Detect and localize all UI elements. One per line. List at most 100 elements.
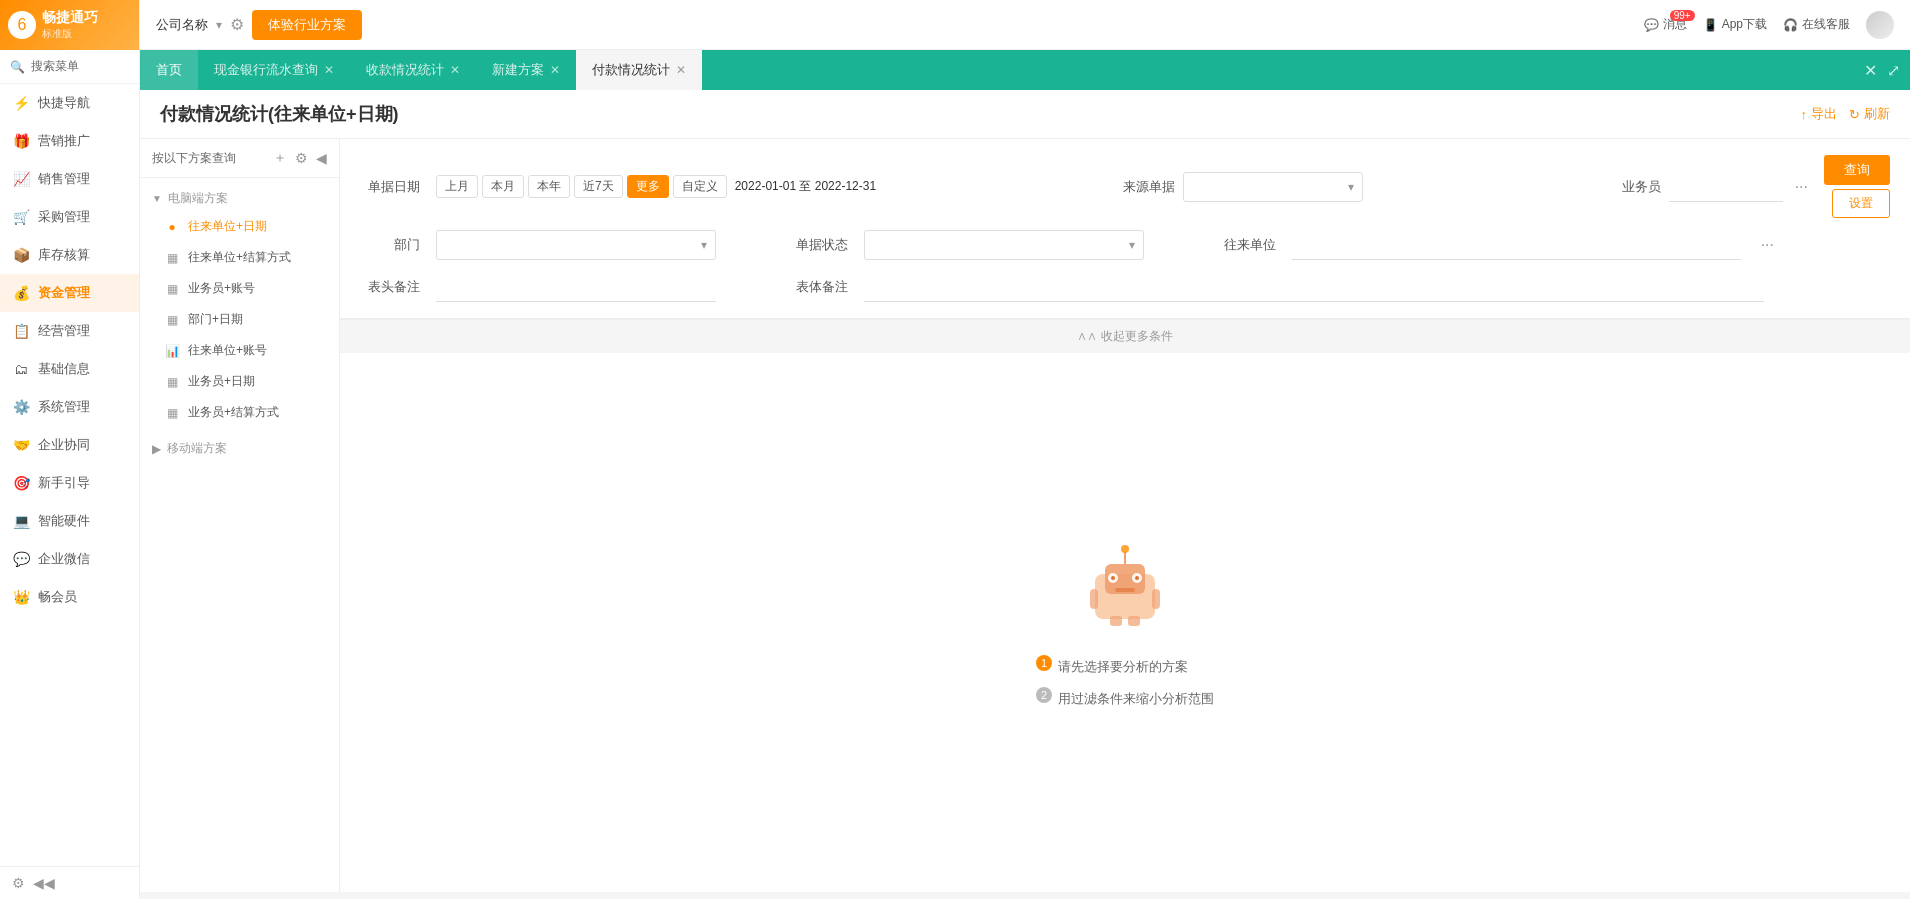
tab-bank[interactable]: 现金银行流水查询 ✕ [198,50,350,90]
user-avatar[interactable] [1866,11,1894,39]
add-scheme-icon[interactable]: ＋ [273,149,287,167]
topbar-left: 公司名称 ▾ ⚙ 体验行业方案 [156,10,1634,40]
staff-label: 业务员 [1601,178,1661,196]
collapse-sidebar-icon[interactable]: ◀◀ [33,875,55,891]
dept-select[interactable]: ▾ [436,230,716,260]
collapse-panel-icon[interactable]: ◀ [316,150,327,166]
scheme-item-2[interactable]: ▦ 往来单位+结算方式 [140,242,339,273]
tab-new-scheme-label: 新建方案 [492,61,544,79]
export-button[interactable]: ↑ 导出 [1801,105,1838,123]
tabbar-expand-icon[interactable]: ⤢ [1887,61,1900,80]
tab-payment-close[interactable]: ✕ [676,63,686,77]
sidebar-item-basic[interactable]: 🗂 基础信息 [0,350,139,388]
sidebar-header: 6 畅捷通巧 标准版 [0,0,139,50]
sidebar-item-marketing[interactable]: 🎁 营销推广 [0,122,139,160]
content-area: 按以下方案查询 ＋ ⚙ ◀ ▼ 电脑端方案 ● 往来单位+日期 [140,139,1910,892]
scheme-item-label: 业务员+账号 [188,280,255,297]
setting-button[interactable]: 设置 [1832,189,1890,218]
desktop-scheme-group: ▼ 电脑端方案 ● 往来单位+日期 ▦ 往来单位+结算方式 ▦ 业务员+账号 [140,178,339,436]
collapse-bar[interactable]: ∧∧ 收起更多条件 [340,319,1910,353]
sidebar-item-member[interactable]: 👑 畅会员 [0,578,139,616]
tab-new-scheme[interactable]: 新建方案 ✕ [476,50,576,90]
doc-status-select[interactable]: ▾ [864,230,1144,260]
source-select[interactable]: ▾ [1183,172,1363,202]
desktop-group-title[interactable]: ▼ 电脑端方案 [140,186,339,211]
sidebar-item-guide[interactable]: 🎯 新手引导 [0,464,139,502]
enterprise-icon: 🤝 [12,437,30,453]
scheme-active-icon: ● [164,220,180,234]
sidebar-item-wechat[interactable]: 💬 企业微信 [0,540,139,578]
basic-icon: 🗂 [12,361,30,377]
filter-row-2: 部门 ▾ 单据状态 ▾ 往来单位 [360,230,1890,260]
page-title: 付款情况统计(往来单位+日期) [160,102,399,126]
settings-footer-icon[interactable]: ⚙ [12,875,25,891]
sidebar-item-enterprise[interactable]: 🤝 企业协同 [0,426,139,464]
scheme-item-4[interactable]: ▦ 部门+日期 [140,304,339,335]
svg-rect-9 [1110,616,1122,626]
svg-rect-10 [1128,616,1140,626]
scheme-item-label: 业务员+日期 [188,373,255,390]
this-month-btn[interactable]: 本月 [482,175,524,198]
scheme-item-3[interactable]: ▦ 业务员+账号 [140,273,339,304]
last-7days-btn[interactable]: 近7天 [574,175,623,198]
app-download-button[interactable]: 📱 App下载 [1703,16,1767,33]
scheme-item-1[interactable]: ● 往来单位+日期 [140,211,339,242]
sidebar-item-purchase[interactable]: 🛒 采购管理 [0,198,139,236]
nav-label: 经营管理 [38,322,90,340]
scheme-item-label: 业务员+结算方式 [188,404,279,421]
query-button[interactable]: 查询 [1824,155,1890,185]
company-dropdown-icon[interactable]: ▾ [216,18,222,32]
nav-label: 销售管理 [38,170,90,188]
tab-payment[interactable]: 付款情况统计 ✕ [576,50,702,90]
company-name: 公司名称 [156,16,208,34]
sidebar-item-inventory[interactable]: 📦 库存核算 [0,236,139,274]
more-dates-btn[interactable]: 更多 [627,175,669,198]
svg-rect-6 [1115,588,1135,592]
main-area: 公司名称 ▾ ⚙ 体验行业方案 💬 消息 99+ 📱 App下载 🎧 在线客服 [140,0,1910,899]
topbar-gear-icon[interactable]: ⚙ [230,15,244,34]
tab-home[interactable]: 首页 [140,50,198,90]
scheme-item-6[interactable]: ▦ 业务员+日期 [140,366,339,397]
left-panel: 按以下方案查询 ＋ ⚙ ◀ ▼ 电脑端方案 ● 往来单位+日期 [140,139,340,892]
nav-label: 基础信息 [38,360,90,378]
scheme-item-7[interactable]: ▦ 业务员+结算方式 [140,397,339,428]
sidebar-item-system[interactable]: ⚙️ 系统管理 [0,388,139,426]
partner-label: 往来单位 [1216,236,1276,254]
tab-receivable-close[interactable]: ✕ [450,63,460,77]
message-badge: 99+ [1670,10,1695,21]
search-icon: 🔍 [10,60,25,74]
source-dropdown-icon: ▾ [1348,180,1354,194]
tab-receivable[interactable]: 收款情况统计 ✕ [350,50,476,90]
collapse-label: 收起更多条件 [1101,329,1173,343]
refresh-button[interactable]: ↻ 刷新 [1849,105,1890,123]
tab-bank-close[interactable]: ✕ [324,63,334,77]
staff-dots-btn[interactable]: ··· [1795,178,1808,196]
partner-dots-btn[interactable]: ··· [1761,236,1774,254]
source-col: 来源单据 ▾ [1115,172,1363,202]
sidebar-item-operation[interactable]: 📋 经营管理 [0,312,139,350]
tip1-num: 1 [1036,655,1052,671]
trial-button[interactable]: 体验行业方案 [252,10,362,40]
staff-col: 业务员 ··· [1601,172,1808,202]
manage-scheme-icon[interactable]: ⚙ [295,150,308,166]
sidebar-item-shortcut[interactable]: ⚡ 快捷导航 [0,84,139,122]
sidebar-nav: ⚡ 快捷导航 🎁 营销推广 📈 销售管理 🛒 采购管理 📦 库存核算 💰 资金管… [0,84,139,866]
custom-date-btn[interactable]: 自定义 [673,175,727,198]
message-button[interactable]: 💬 消息 99+ [1644,16,1687,33]
sidebar-search[interactable]: 🔍 搜索菜单 [0,50,139,84]
scheme-item-label: 往来单位+日期 [188,218,267,235]
sidebar-item-hardware[interactable]: 💻 智能硬件 [0,502,139,540]
this-year-btn[interactable]: 本年 [528,175,570,198]
online-service-button[interactable]: 🎧 在线客服 [1783,16,1850,33]
scheme-item-5[interactable]: 📊 往来单位+账号 [140,335,339,366]
tabbar-close-all-icon[interactable]: ✕ [1864,61,1877,80]
sidebar-item-finance[interactable]: 💰 资金管理 [0,274,139,312]
sidebar-item-sales[interactable]: 📈 销售管理 [0,160,139,198]
mobile-group-title[interactable]: ▶ 移动端方案 [140,436,339,461]
tab-new-scheme-close[interactable]: ✕ [550,63,560,77]
wechat-icon: 💬 [12,551,30,567]
sales-icon: 📈 [12,171,30,187]
filter-area: 单据日期 上月 本月 本年 近7天 更多 自定义 2022-01-01 至 20… [340,139,1910,319]
topbar-right: 💬 消息 99+ 📱 App下载 🎧 在线客服 [1644,11,1894,39]
last-month-btn[interactable]: 上月 [436,175,478,198]
